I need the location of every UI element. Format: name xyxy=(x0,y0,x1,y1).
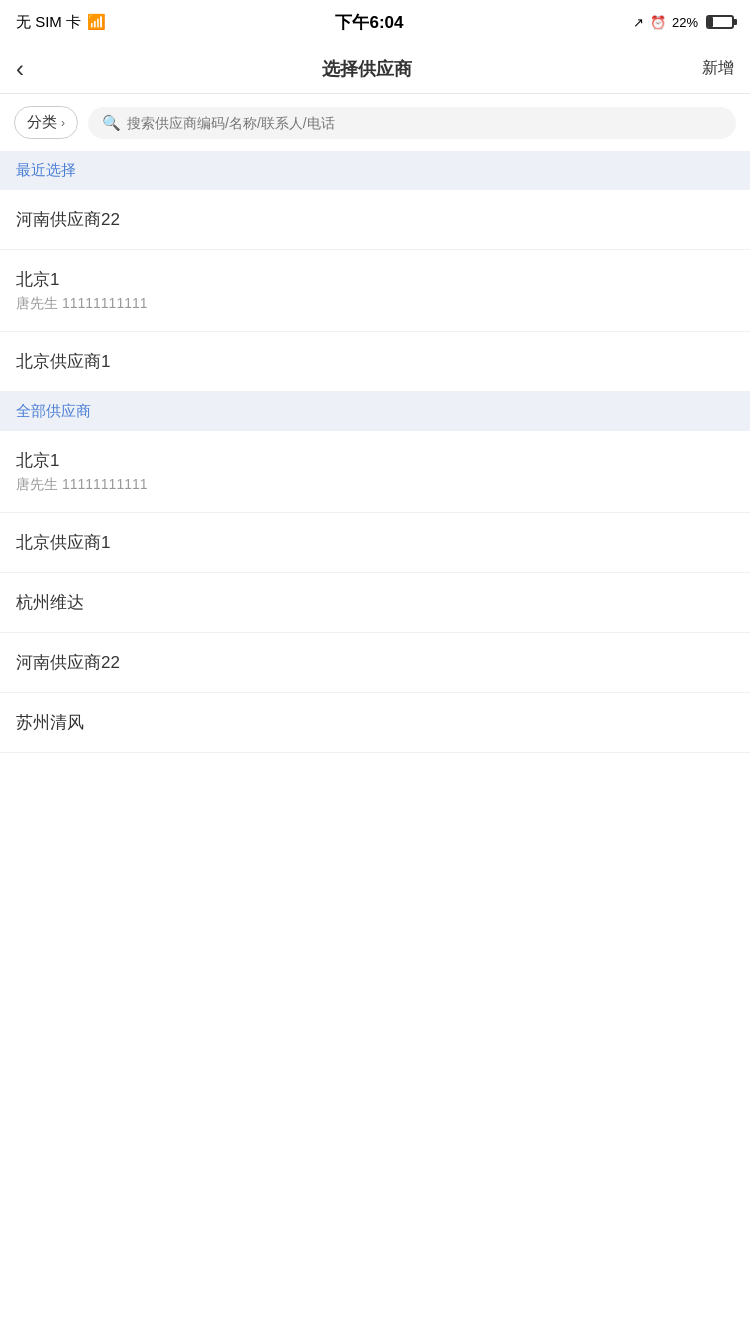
location-icon: ↗ xyxy=(633,15,644,30)
search-box: 🔍 xyxy=(88,107,736,139)
list-item-name: 北京1 xyxy=(16,268,734,291)
status-time: 下午6:04 xyxy=(335,11,403,34)
list-item-all-3[interactable]: 河南供应商22 xyxy=(0,633,750,693)
list-item-name: 苏州清风 xyxy=(16,711,734,734)
list-item-recent-1[interactable]: 北京1 唐先生 11111111111 xyxy=(0,250,750,332)
list-item-all-0[interactable]: 北京1 唐先生 11111111111 xyxy=(0,431,750,513)
list-item-all-2[interactable]: 杭州维达 xyxy=(0,573,750,633)
list-item-recent-2[interactable]: 北京供应商1 xyxy=(0,332,750,392)
page-title: 选择供应商 xyxy=(32,57,702,81)
category-filter-button[interactable]: 分类 › xyxy=(14,106,78,139)
list-item-name: 北京供应商1 xyxy=(16,531,734,554)
list-item-sub: 唐先生 11111111111 xyxy=(16,295,734,313)
list-item-name: 北京1 xyxy=(16,449,734,472)
category-label: 分类 xyxy=(27,113,57,132)
status-right: ↗ ⏰ 22% xyxy=(633,15,734,30)
section-header-all: 全部供应商 xyxy=(0,392,750,431)
list-item-name: 杭州维达 xyxy=(16,591,734,614)
supplier-list: 最近选择河南供应商22 北京1 唐先生 11111111111 北京供应商1 全部供应商… xyxy=(0,151,750,753)
add-button[interactable]: 新增 xyxy=(702,58,734,79)
alarm-icon: ⏰ xyxy=(650,15,666,30)
list-item-name: 河南供应商22 xyxy=(16,651,734,674)
list-item-sub: 唐先生 11111111111 xyxy=(16,476,734,494)
filter-bar: 分类 › 🔍 xyxy=(0,94,750,151)
nav-bar: ‹ 选择供应商 新增 xyxy=(0,44,750,94)
battery-icon xyxy=(706,15,734,29)
status-left: 无 SIM 卡 📶 xyxy=(16,13,106,32)
section-header-recent: 最近选择 xyxy=(0,151,750,190)
search-icon: 🔍 xyxy=(102,114,121,132)
section-header-text-recent: 最近选择 xyxy=(16,161,76,178)
list-item-name: 北京供应商1 xyxy=(16,350,734,373)
list-item-recent-0[interactable]: 河南供应商22 xyxy=(0,190,750,250)
section-header-text-all: 全部供应商 xyxy=(16,402,91,419)
wifi-icon: 📶 xyxy=(87,13,106,31)
status-bar: 无 SIM 卡 📶 下午6:04 ↗ ⏰ 22% xyxy=(0,0,750,44)
list-item-all-1[interactable]: 北京供应商1 xyxy=(0,513,750,573)
back-button[interactable]: ‹ xyxy=(16,51,32,87)
no-sim-text: 无 SIM 卡 xyxy=(16,13,81,32)
battery-percent: 22% xyxy=(672,15,698,30)
search-input[interactable] xyxy=(127,115,722,131)
list-item-name: 河南供应商22 xyxy=(16,208,734,231)
list-item-all-4[interactable]: 苏州清风 xyxy=(0,693,750,753)
chevron-right-icon: › xyxy=(61,116,65,130)
